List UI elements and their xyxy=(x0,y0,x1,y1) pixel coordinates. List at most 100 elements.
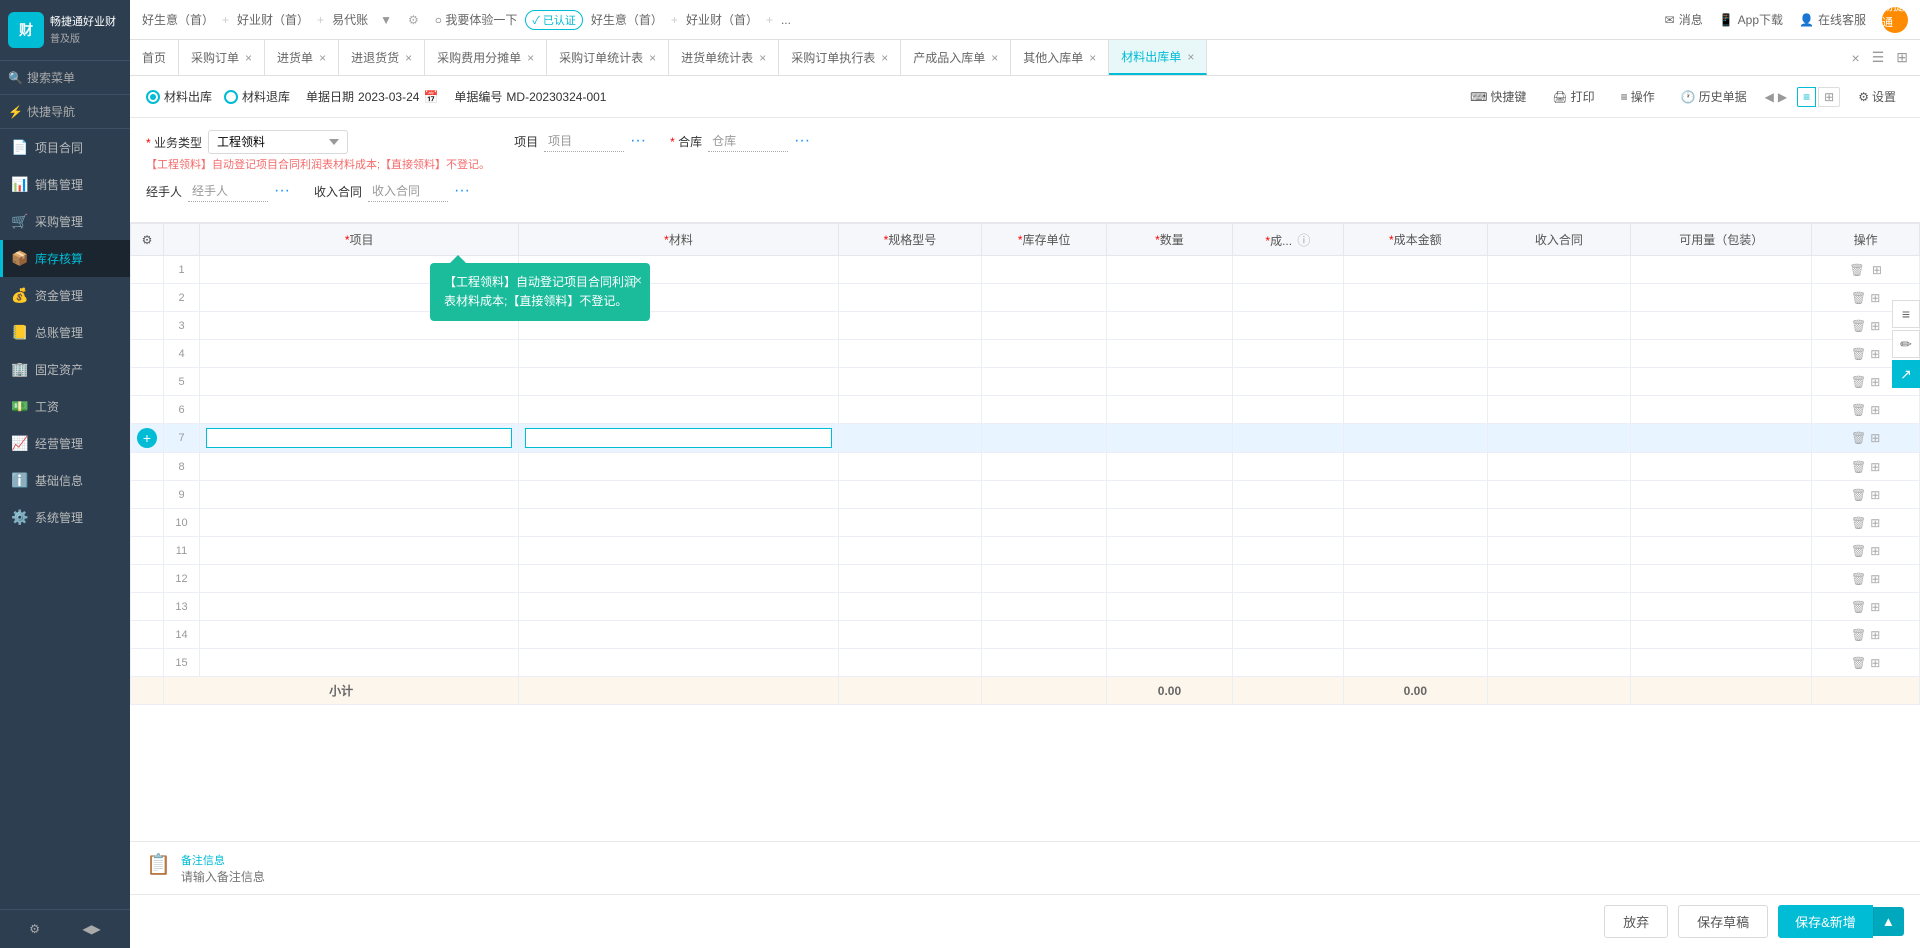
tab-material-issue-close[interactable]: × xyxy=(1187,50,1194,64)
income-contract-input[interactable]: 收入合同 xyxy=(368,180,448,202)
save-new-arrow-button[interactable]: ▲ xyxy=(1873,907,1904,936)
cost-info-icon[interactable]: ⓘ xyxy=(1297,233,1310,248)
tab-goods-return[interactable]: 进退货货 × xyxy=(339,40,425,75)
close-all-button[interactable]: × xyxy=(1848,48,1864,68)
topbar-link-3[interactable]: 易代账 xyxy=(332,11,368,28)
doc-date-value[interactable]: 2023-03-24 xyxy=(358,90,419,104)
tab-other-receipt-close[interactable]: × xyxy=(1089,51,1096,65)
settings-button[interactable]: ⚙ xyxy=(25,918,44,940)
operation-button[interactable]: ≡ 操作 xyxy=(1613,84,1663,109)
collapse-button[interactable]: ◀▶ xyxy=(78,918,104,940)
delete-row-3-icon[interactable]: 🗑 xyxy=(1851,319,1866,333)
td-cost[interactable] xyxy=(1232,256,1343,284)
sidebar-item-system[interactable]: ⚙️ 系统管理 xyxy=(0,499,130,536)
copy-row-12-icon[interactable]: ⊞ xyxy=(1870,572,1880,586)
tab-menu-button[interactable]: ☰ xyxy=(1868,47,1889,68)
copy-row-3-icon[interactable]: ⊞ xyxy=(1870,319,1880,333)
copy-row-9-icon[interactable]: ⊞ xyxy=(1870,488,1880,502)
copy-row-7-icon[interactable]: ⊞ xyxy=(1870,431,1880,445)
notes-input[interactable] xyxy=(181,870,336,884)
right-panel-btn-3[interactable]: ↗ xyxy=(1892,360,1920,388)
business-type-select[interactable]: 工程领料 直接领料 xyxy=(208,130,348,154)
copy-row-10-icon[interactable]: ⊞ xyxy=(1870,516,1880,530)
sidebar-item-purchase[interactable]: 🛒 采购管理 xyxy=(0,203,130,240)
delete-row-4-icon[interactable]: 🗑 xyxy=(1851,347,1866,361)
active-material-input[interactable] xyxy=(525,428,831,448)
grid-view-button[interactable]: ⊞ xyxy=(1818,87,1840,107)
delete-row-6-icon[interactable]: 🗑 xyxy=(1851,403,1866,417)
topbar-link-5[interactable]: 好业财（首） xyxy=(686,11,758,28)
sidebar-item-base[interactable]: ℹ️ 基础信息 xyxy=(0,462,130,499)
tab-home[interactable]: 首页 xyxy=(130,40,179,75)
discard-button[interactable]: 放弃 xyxy=(1604,905,1668,938)
next-arrow[interactable]: ▶ xyxy=(1778,90,1787,104)
sidebar-item-salary[interactable]: 💵 工资 xyxy=(0,388,130,425)
tab-material-issue[interactable]: 材料出库单 × xyxy=(1109,40,1207,75)
tab-purchase-exec[interactable]: 采购订单执行表 × xyxy=(779,40,901,75)
delete-row-7-icon[interactable]: 🗑 xyxy=(1851,431,1866,445)
project-input[interactable]: 项目 xyxy=(544,130,624,152)
calendar-icon[interactable]: 📅 xyxy=(423,90,438,104)
tab-grid-button[interactable]: ⊞ xyxy=(1892,47,1912,68)
delete-row-14-icon[interactable]: 🗑 xyxy=(1851,628,1866,642)
topbar-link-1[interactable]: 好生意（首） xyxy=(142,11,214,28)
tab-goods-receipt-close[interactable]: × xyxy=(319,51,326,65)
handler-input[interactable]: 经手人 xyxy=(188,180,268,202)
sidebar-item-nav[interactable]: ⚡ 快捷导航 xyxy=(0,95,130,129)
warehouse-input[interactable]: 仓库 xyxy=(708,130,788,152)
print-button[interactable]: 🖨 打印 xyxy=(1544,84,1602,109)
td-unit[interactable] xyxy=(982,256,1107,284)
history-button[interactable]: 🕐 历史单据 xyxy=(1673,84,1755,109)
save-draft-button[interactable]: 保存草稿 xyxy=(1678,905,1768,938)
warehouse-more-icon[interactable]: ··· xyxy=(794,132,810,150)
active-project-input[interactable] xyxy=(206,428,512,448)
radio-material-return[interactable]: 材料退库 xyxy=(224,88,290,105)
shortcut-key-button[interactable]: ⌨ 快捷键 xyxy=(1462,84,1534,109)
handler-more-icon[interactable]: ··· xyxy=(274,182,290,200)
td-contract[interactable] xyxy=(1487,256,1631,284)
settings-topbar-icon[interactable]: ⚙ xyxy=(408,13,419,27)
tab-product-receipt-close[interactable]: × xyxy=(991,51,998,65)
delete-row-15-icon[interactable]: 🗑 xyxy=(1851,656,1866,670)
sidebar-item-sales[interactable]: 📊 销售管理 xyxy=(0,166,130,203)
sidebar-item-project[interactable]: 📄 项目合同 xyxy=(0,129,130,166)
delete-row-9-icon[interactable]: 🗑 xyxy=(1851,488,1866,502)
income-contract-more-icon[interactable]: ··· xyxy=(454,182,470,200)
delete-row-5-icon[interactable]: 🗑 xyxy=(1851,375,1866,389)
delete-row-10-icon[interactable]: 🗑 xyxy=(1851,516,1866,530)
online-service-item[interactable]: 👤 在线客服 xyxy=(1799,11,1866,28)
delete-row-8-icon[interactable]: 🗑 xyxy=(1851,460,1866,474)
sidebar-item-search[interactable]: 🔍 搜索菜单 xyxy=(0,61,130,95)
copy-row-15-icon[interactable]: ⊞ xyxy=(1870,656,1880,670)
doc-num-value[interactable]: MD-20230324-001 xyxy=(506,90,606,104)
copy-row-5-icon[interactable]: ⊞ xyxy=(1870,375,1880,389)
sidebar-item-finance[interactable]: 💰 资金管理 xyxy=(0,277,130,314)
sidebar-item-inventory[interactable]: 📦 库存核算 xyxy=(0,240,130,277)
topbar-dropdown[interactable]: ▼ xyxy=(380,13,392,27)
topbar-link-4[interactable]: 好生意（首） xyxy=(591,11,663,28)
delete-row-13-icon[interactable]: 🗑 xyxy=(1851,600,1866,614)
copy-row-11-icon[interactable]: ⊞ xyxy=(1870,544,1880,558)
tab-purchase-expense-close[interactable]: × xyxy=(527,51,534,65)
tab-goods-stats[interactable]: 进货单统计表 × xyxy=(669,40,779,75)
tab-goods-receipt[interactable]: 进货单 × xyxy=(265,40,339,75)
project-more-icon[interactable]: ··· xyxy=(630,132,646,150)
right-panel-btn-1[interactable]: ≡ xyxy=(1892,300,1920,328)
topbar-link-2[interactable]: 好业财（首） xyxy=(237,11,309,28)
list-view-button[interactable]: ≡ xyxy=(1797,87,1816,107)
delete-row-11-icon[interactable]: 🗑 xyxy=(1851,544,1866,558)
tab-purchase-stats[interactable]: 采购订单统计表 × xyxy=(547,40,669,75)
copy-row-6-icon[interactable]: ⊞ xyxy=(1870,403,1880,417)
right-panel-btn-2[interactable]: ✏ xyxy=(1892,330,1920,358)
copy-row-4-icon[interactable]: ⊞ xyxy=(1870,347,1880,361)
tab-product-receipt[interactable]: 产成品入库单 × xyxy=(901,40,1011,75)
copy-row-13-icon[interactable]: ⊞ xyxy=(1870,600,1880,614)
tab-goods-return-close[interactable]: × xyxy=(405,51,412,65)
tab-purchase-expense[interactable]: 采购费用分摊单 × xyxy=(425,40,547,75)
delete-row-2-icon[interactable]: 🗑 xyxy=(1851,291,1866,305)
prev-arrow[interactable]: ◀ xyxy=(1765,90,1774,104)
save-new-main-button[interactable]: 保存&新增 xyxy=(1778,905,1873,938)
tab-purchase-order-close[interactable]: × xyxy=(245,51,252,65)
add-row-button[interactable]: + xyxy=(137,428,157,448)
copy-row-14-icon[interactable]: ⊞ xyxy=(1870,628,1880,642)
